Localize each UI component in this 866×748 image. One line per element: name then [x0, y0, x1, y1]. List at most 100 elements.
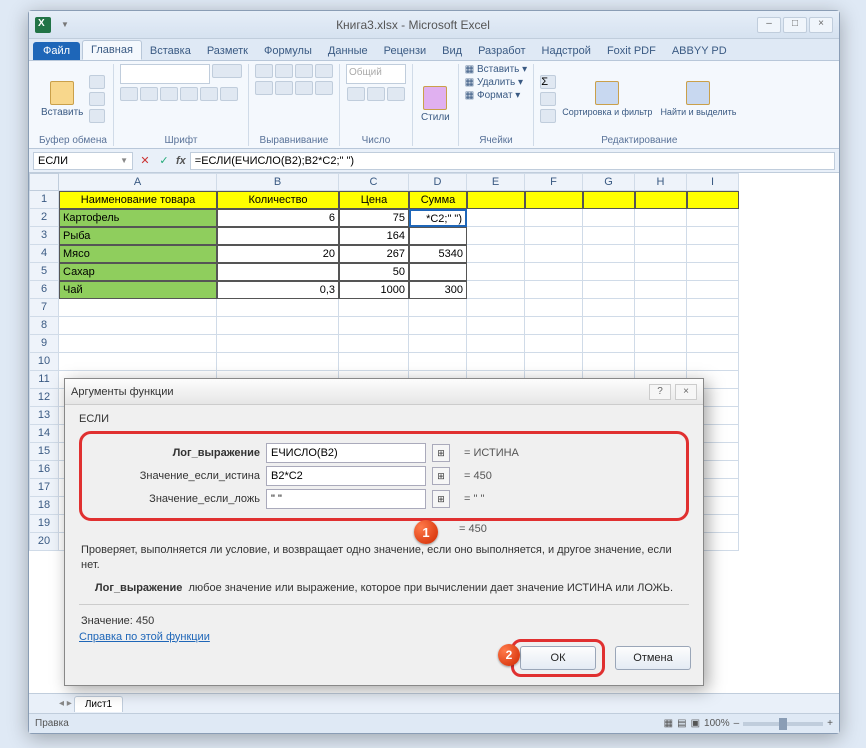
cut-icon[interactable]	[89, 75, 105, 89]
cell[interactable]	[525, 227, 583, 245]
dialog-title-bar[interactable]: Аргументы функции ? ×	[65, 379, 703, 405]
merge-icon[interactable]	[315, 81, 333, 95]
arg2-input[interactable]	[266, 466, 426, 486]
align-left-icon[interactable]	[255, 81, 273, 95]
row-header[interactable]: 16	[29, 461, 59, 479]
cell[interactable]	[59, 353, 217, 371]
cell[interactable]	[467, 299, 525, 317]
row-header[interactable]: 10	[29, 353, 59, 371]
cell[interactable]	[583, 353, 635, 371]
cell[interactable]	[217, 263, 339, 281]
col-header-G[interactable]: G	[583, 173, 635, 191]
align-right-icon[interactable]	[295, 81, 313, 95]
dialog-help-icon[interactable]: ?	[649, 384, 671, 400]
font-size-box[interactable]	[212, 64, 242, 78]
cell[interactable]	[467, 191, 525, 209]
tab-insert[interactable]: Вставка	[142, 42, 199, 60]
cell[interactable]	[339, 299, 409, 317]
zoom-control[interactable]: ▦ ▤ ▣ 100% – +	[664, 718, 833, 729]
cell[interactable]	[467, 227, 525, 245]
formula-input[interactable]: =ЕСЛИ(ЕЧИСЛО(B2);B2*C2;" ")	[190, 152, 835, 170]
cell[interactable]: 50	[339, 263, 409, 281]
find-select-button[interactable]: Найти и выделить	[658, 79, 738, 119]
cell[interactable]	[59, 335, 217, 353]
font-name-box[interactable]	[120, 64, 210, 84]
cell[interactable]	[583, 317, 635, 335]
cell[interactable]: 75	[339, 209, 409, 227]
cell[interactable]	[525, 299, 583, 317]
cell[interactable]	[339, 317, 409, 335]
row-header[interactable]: 12	[29, 389, 59, 407]
cell[interactable]: Сахар	[59, 263, 217, 281]
row-header[interactable]: 4	[29, 245, 59, 263]
cell[interactable]	[467, 353, 525, 371]
row-header[interactable]: 1	[29, 191, 59, 209]
currency-icon[interactable]	[347, 87, 365, 101]
number-format-box[interactable]: Общий	[346, 64, 406, 84]
cell[interactable]	[467, 335, 525, 353]
cell[interactable]	[583, 299, 635, 317]
cell[interactable]	[409, 227, 467, 245]
cell[interactable]	[525, 209, 583, 227]
cell[interactable]	[635, 209, 687, 227]
cell[interactable]	[687, 263, 739, 281]
cell[interactable]: Рыба	[59, 227, 217, 245]
align-mid-icon[interactable]	[275, 64, 293, 78]
autosum-icon[interactable]: Σ	[540, 75, 556, 89]
cell[interactable]: 164	[339, 227, 409, 245]
row-header[interactable]: 13	[29, 407, 59, 425]
font-color-icon[interactable]	[220, 87, 238, 101]
tab-abbyy[interactable]: ABBYY PD	[664, 42, 735, 60]
cell[interactable]	[467, 263, 525, 281]
row-header[interactable]: 19	[29, 515, 59, 533]
arg3-input[interactable]	[266, 489, 426, 509]
cell[interactable]	[217, 353, 339, 371]
cell[interactable]	[583, 263, 635, 281]
tab-review[interactable]: Рецензи	[376, 42, 435, 60]
row-header[interactable]: 9	[29, 335, 59, 353]
col-header-E[interactable]: E	[467, 173, 525, 191]
cell[interactable]	[467, 209, 525, 227]
fill-color-icon[interactable]	[200, 87, 218, 101]
row-header[interactable]: 2	[29, 209, 59, 227]
cell[interactable]	[467, 245, 525, 263]
col-header-D[interactable]: D	[409, 173, 467, 191]
cell[interactable]	[525, 191, 583, 209]
cell[interactable]	[409, 335, 467, 353]
align-center-icon[interactable]	[275, 81, 293, 95]
cell[interactable]	[217, 335, 339, 353]
cell[interactable]: 267	[339, 245, 409, 263]
sheet-tab[interactable]: Лист1	[74, 696, 123, 712]
cell[interactable]: 0,3	[217, 281, 339, 299]
row-header[interactable]: 3	[29, 227, 59, 245]
row-header[interactable]: 5	[29, 263, 59, 281]
cell[interactable]	[635, 227, 687, 245]
cell[interactable]: Мясо	[59, 245, 217, 263]
cell[interactable]	[635, 263, 687, 281]
copy-icon[interactable]	[89, 92, 105, 106]
tab-developer[interactable]: Разработ	[470, 42, 533, 60]
comma-icon[interactable]	[387, 87, 405, 101]
cell[interactable]	[583, 281, 635, 299]
align-top-icon[interactable]	[255, 64, 273, 78]
row-header[interactable]: 11	[29, 371, 59, 389]
cell[interactable]	[687, 335, 739, 353]
zoom-slider[interactable]	[743, 722, 823, 726]
arg1-input[interactable]	[266, 443, 426, 463]
cell[interactable]	[635, 191, 687, 209]
cell[interactable]	[339, 353, 409, 371]
cell[interactable]	[409, 317, 467, 335]
cell[interactable]: Сумма	[409, 191, 467, 209]
paste-button[interactable]: Вставить	[39, 79, 85, 120]
cell[interactable]: 300	[409, 281, 467, 299]
col-header-A[interactable]: A	[59, 173, 217, 191]
cell[interactable]	[635, 335, 687, 353]
cell[interactable]	[687, 245, 739, 263]
tab-home[interactable]: Главная	[82, 40, 142, 60]
cancel-button[interactable]: Отмена	[615, 646, 691, 670]
cell[interactable]	[687, 281, 739, 299]
arg3-picker-icon[interactable]: ⊞	[432, 490, 450, 508]
tab-view[interactable]: Вид	[434, 42, 470, 60]
cell[interactable]	[525, 281, 583, 299]
cell[interactable]	[525, 353, 583, 371]
